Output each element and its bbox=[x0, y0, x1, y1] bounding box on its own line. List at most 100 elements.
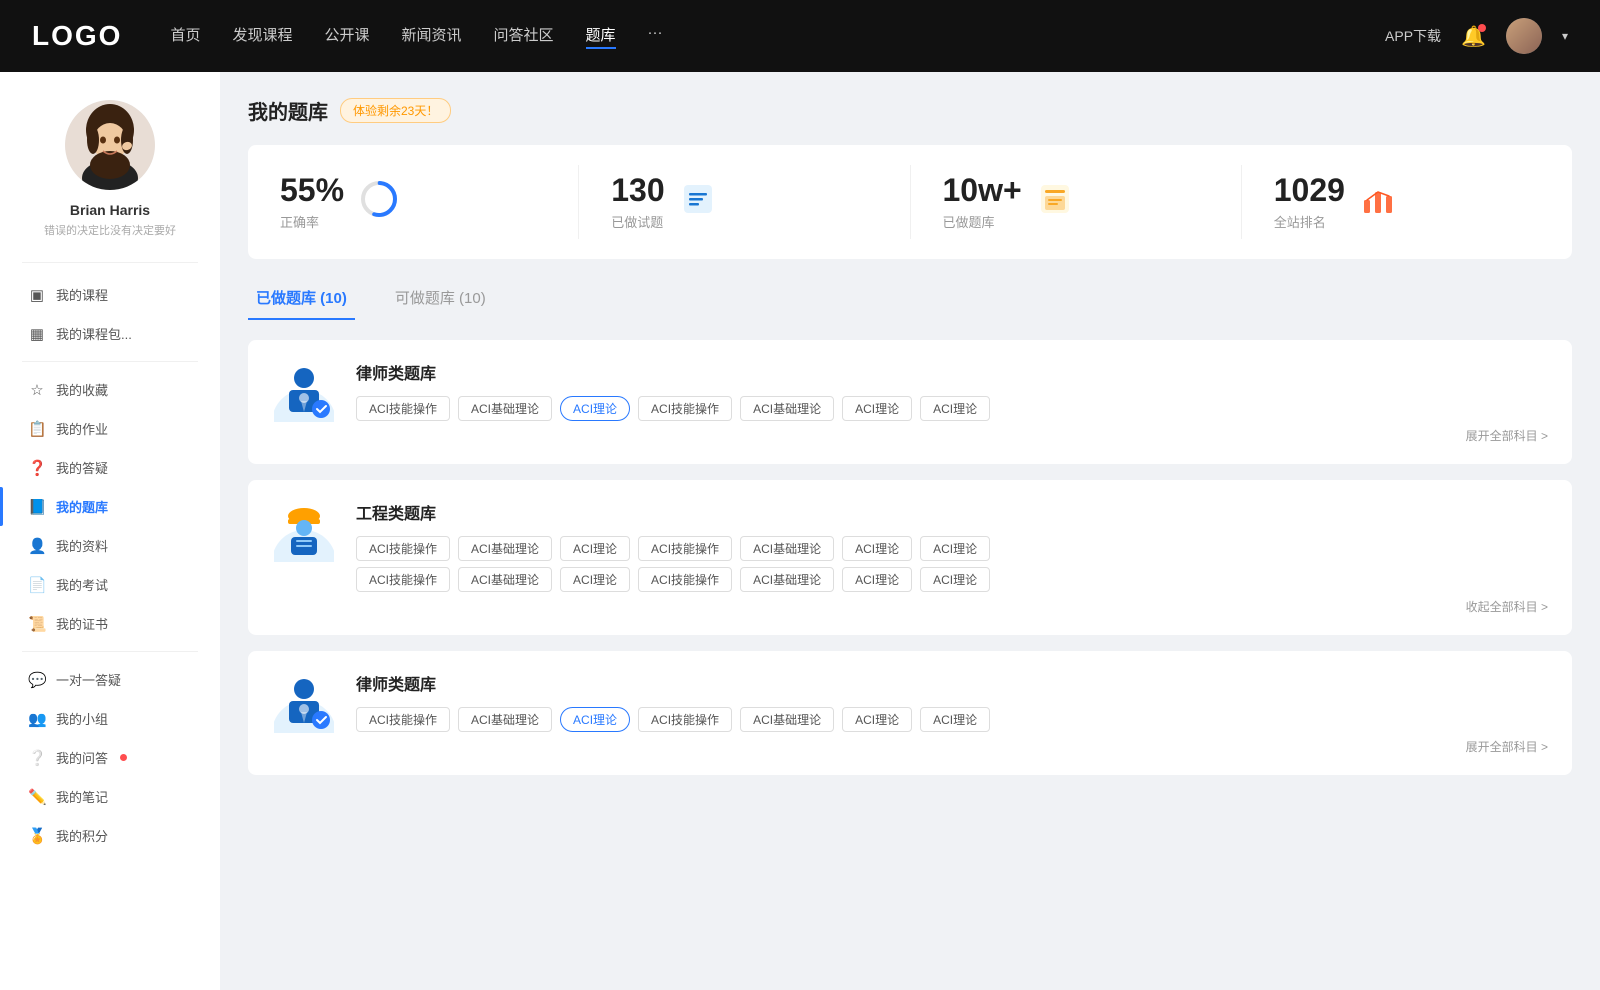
sidebar-item-my-courses[interactable]: ▣ 我的课程 bbox=[0, 275, 220, 314]
sidebar-item-label: 我的笔记 bbox=[56, 787, 108, 806]
engineer-icon bbox=[272, 500, 336, 564]
sidebar-item-group[interactable]: 👥 我的小组 bbox=[0, 699, 220, 738]
sidebar-item-label: 我的课程包... bbox=[56, 324, 132, 343]
eng-tag-r2-4[interactable]: ACI基础理论 bbox=[740, 567, 834, 592]
sidebar-menu: ▣ 我的课程 ▦ 我的课程包... ☆ 我的收藏 📋 我的作业 ❓ 我的答疑 📘 bbox=[0, 271, 220, 859]
sidebar-item-label: 我的题库 bbox=[56, 497, 108, 516]
expand-link-3[interactable]: 展开全部科目 > bbox=[356, 738, 1548, 755]
tabs: 已做题库 (10) 可做题库 (10) bbox=[248, 279, 1572, 320]
sidebar-item-profile[interactable]: 👤 我的资料 bbox=[0, 526, 220, 565]
sidebar-item-question-bank[interactable]: 📘 我的题库 bbox=[0, 487, 220, 526]
sidebar-item-label: 我的资料 bbox=[56, 536, 108, 555]
stat-accuracy-value: 55% bbox=[280, 173, 344, 208]
card-3-tags: ACI技能操作 ACI基础理论 ACI理论 ACI技能操作 ACI基础理论 AC… bbox=[356, 707, 1548, 732]
nav-link-home[interactable]: 首页 bbox=[170, 24, 200, 49]
done-questions-icon bbox=[681, 182, 715, 223]
sidebar-item-certificate[interactable]: 📜 我的证书 bbox=[0, 604, 220, 643]
sidebar-motto: 错误的决定比没有决定要好 bbox=[44, 222, 176, 238]
tag-6[interactable]: ACI理论 bbox=[920, 396, 990, 421]
main-content: 我的题库 体验剩余23天！ 55% 正确率 130 bbox=[220, 72, 1600, 990]
law2-tag-2-active[interactable]: ACI理论 bbox=[560, 707, 630, 732]
sidebar-avatar bbox=[65, 100, 155, 190]
homework-icon: 📋 bbox=[28, 420, 46, 438]
eng-tag-2[interactable]: ACI理论 bbox=[560, 536, 630, 561]
main-layout: Brian Harris 错误的决定比没有决定要好 ▣ 我的课程 ▦ 我的课程包… bbox=[0, 72, 1600, 990]
eng-tag-r2-5[interactable]: ACI理论 bbox=[842, 567, 912, 592]
sidebar-item-exam[interactable]: 📄 我的考试 bbox=[0, 565, 220, 604]
card-1-tags: ACI技能操作 ACI基础理论 ACI理论 ACI技能操作 ACI基础理论 AC… bbox=[356, 396, 1548, 421]
sidebar-item-label: 我的收藏 bbox=[56, 380, 108, 399]
tag-0[interactable]: ACI技能操作 bbox=[356, 396, 450, 421]
stat-accuracy-label: 正确率 bbox=[280, 212, 344, 231]
sidebar-divider-1 bbox=[22, 262, 198, 263]
collapse-link-2[interactable]: 收起全部科目 > bbox=[356, 598, 1548, 615]
navbar-right: APP下载 🔔 ▾ bbox=[1385, 18, 1568, 54]
eng-tag-5[interactable]: ACI理论 bbox=[842, 536, 912, 561]
law2-tag-6[interactable]: ACI理论 bbox=[920, 707, 990, 732]
tag-4[interactable]: ACI基础理论 bbox=[740, 396, 834, 421]
sidebar-item-questions[interactable]: ❔ 我的问答 bbox=[0, 738, 220, 777]
bell-icon[interactable]: 🔔 bbox=[1461, 24, 1486, 49]
card-2-tags-row2: ACI技能操作 ACI基础理论 ACI理论 ACI技能操作 ACI基础理论 AC… bbox=[356, 567, 1548, 592]
tab-available[interactable]: 可做题库 (10) bbox=[387, 279, 494, 320]
questions-badge-dot bbox=[120, 754, 127, 761]
questions-icon: ❔ bbox=[28, 749, 46, 767]
stat-done-questions: 130 已做试题 bbox=[579, 165, 910, 239]
accuracy-chart-icon bbox=[360, 180, 398, 225]
sidebar-item-qa[interactable]: ❓ 我的答疑 bbox=[0, 448, 220, 487]
sidebar-item-points[interactable]: 🏅 我的积分 bbox=[0, 816, 220, 855]
tag-2-active[interactable]: ACI理论 bbox=[560, 396, 630, 421]
law2-tag-1[interactable]: ACI基础理论 bbox=[458, 707, 552, 732]
sidebar-item-notes[interactable]: ✏️ 我的笔记 bbox=[0, 777, 220, 816]
sidebar-item-course-packages[interactable]: ▦ 我的课程包... bbox=[0, 314, 220, 353]
eng-tag-r2-1[interactable]: ACI基础理论 bbox=[458, 567, 552, 592]
law2-tag-4[interactable]: ACI基础理论 bbox=[740, 707, 834, 732]
nav-link-news[interactable]: 新闻资讯 bbox=[402, 24, 462, 49]
tab-done[interactable]: 已做题库 (10) bbox=[248, 279, 355, 320]
nav-link-courses[interactable]: 发现课程 bbox=[232, 24, 292, 49]
packages-icon: ▦ bbox=[28, 325, 46, 343]
stat-rank-value: 1029 bbox=[1274, 173, 1345, 208]
eng-tag-r2-6[interactable]: ACI理论 bbox=[920, 567, 990, 592]
eng-tag-3[interactable]: ACI技能操作 bbox=[638, 536, 732, 561]
sidebar-item-label: 我的证书 bbox=[56, 614, 108, 633]
tag-3[interactable]: ACI技能操作 bbox=[638, 396, 732, 421]
sidebar-item-label: 我的作业 bbox=[56, 419, 108, 438]
eng-tag-r2-3[interactable]: ACI技能操作 bbox=[638, 567, 732, 592]
law2-tag-0[interactable]: ACI技能操作 bbox=[356, 707, 450, 732]
eng-tag-r2-0[interactable]: ACI技能操作 bbox=[356, 567, 450, 592]
tag-1[interactable]: ACI基础理论 bbox=[458, 396, 552, 421]
chevron-down-icon[interactable]: ▾ bbox=[1562, 29, 1568, 43]
lawyer-icon-1 bbox=[272, 360, 336, 424]
expand-link-1[interactable]: 展开全部科目 > bbox=[356, 427, 1548, 444]
sidebar-item-label: 我的考试 bbox=[56, 575, 108, 594]
eng-tag-0[interactable]: ACI技能操作 bbox=[356, 536, 450, 561]
stat-rank: 1029 全站排名 bbox=[1242, 165, 1572, 239]
sidebar-item-label: 我的答疑 bbox=[56, 458, 108, 477]
sidebar-item-homework[interactable]: 📋 我的作业 bbox=[0, 409, 220, 448]
profile-icon: 👤 bbox=[28, 537, 46, 555]
avatar[interactable] bbox=[1506, 18, 1542, 54]
stats-bar: 55% 正确率 130 已做试题 bbox=[248, 145, 1572, 259]
sidebar-item-label: 我的问答 bbox=[56, 748, 108, 767]
tag-5[interactable]: ACI理论 bbox=[842, 396, 912, 421]
sidebar-item-tutoring[interactable]: 💬 一对一答疑 bbox=[0, 660, 220, 699]
done-banks-icon bbox=[1038, 182, 1072, 223]
sidebar-item-favorites[interactable]: ☆ 我的收藏 bbox=[0, 370, 220, 409]
eng-tag-1[interactable]: ACI基础理论 bbox=[458, 536, 552, 561]
law2-tag-3[interactable]: ACI技能操作 bbox=[638, 707, 732, 732]
stat-done-questions-value: 130 bbox=[611, 173, 664, 208]
app-download-link[interactable]: APP下载 bbox=[1385, 26, 1441, 46]
eng-tag-r2-2[interactable]: ACI理论 bbox=[560, 567, 630, 592]
nav-link-more[interactable]: ··· bbox=[648, 24, 663, 49]
law2-tag-5[interactable]: ACI理论 bbox=[842, 707, 912, 732]
eng-tag-6[interactable]: ACI理论 bbox=[920, 536, 990, 561]
eng-tag-4[interactable]: ACI基础理论 bbox=[740, 536, 834, 561]
navbar: LOGO 首页 发现课程 公开课 新闻资讯 问答社区 题库 ··· APP下载 … bbox=[0, 0, 1600, 72]
nav-link-bank[interactable]: 题库 bbox=[586, 24, 616, 49]
navbar-logo: LOGO bbox=[32, 20, 122, 52]
points-icon: 🏅 bbox=[28, 827, 46, 845]
stat-done-banks-label: 已做题库 bbox=[943, 212, 1022, 231]
nav-link-open[interactable]: 公开课 bbox=[324, 24, 369, 49]
nav-link-qa[interactable]: 问答社区 bbox=[494, 24, 554, 49]
